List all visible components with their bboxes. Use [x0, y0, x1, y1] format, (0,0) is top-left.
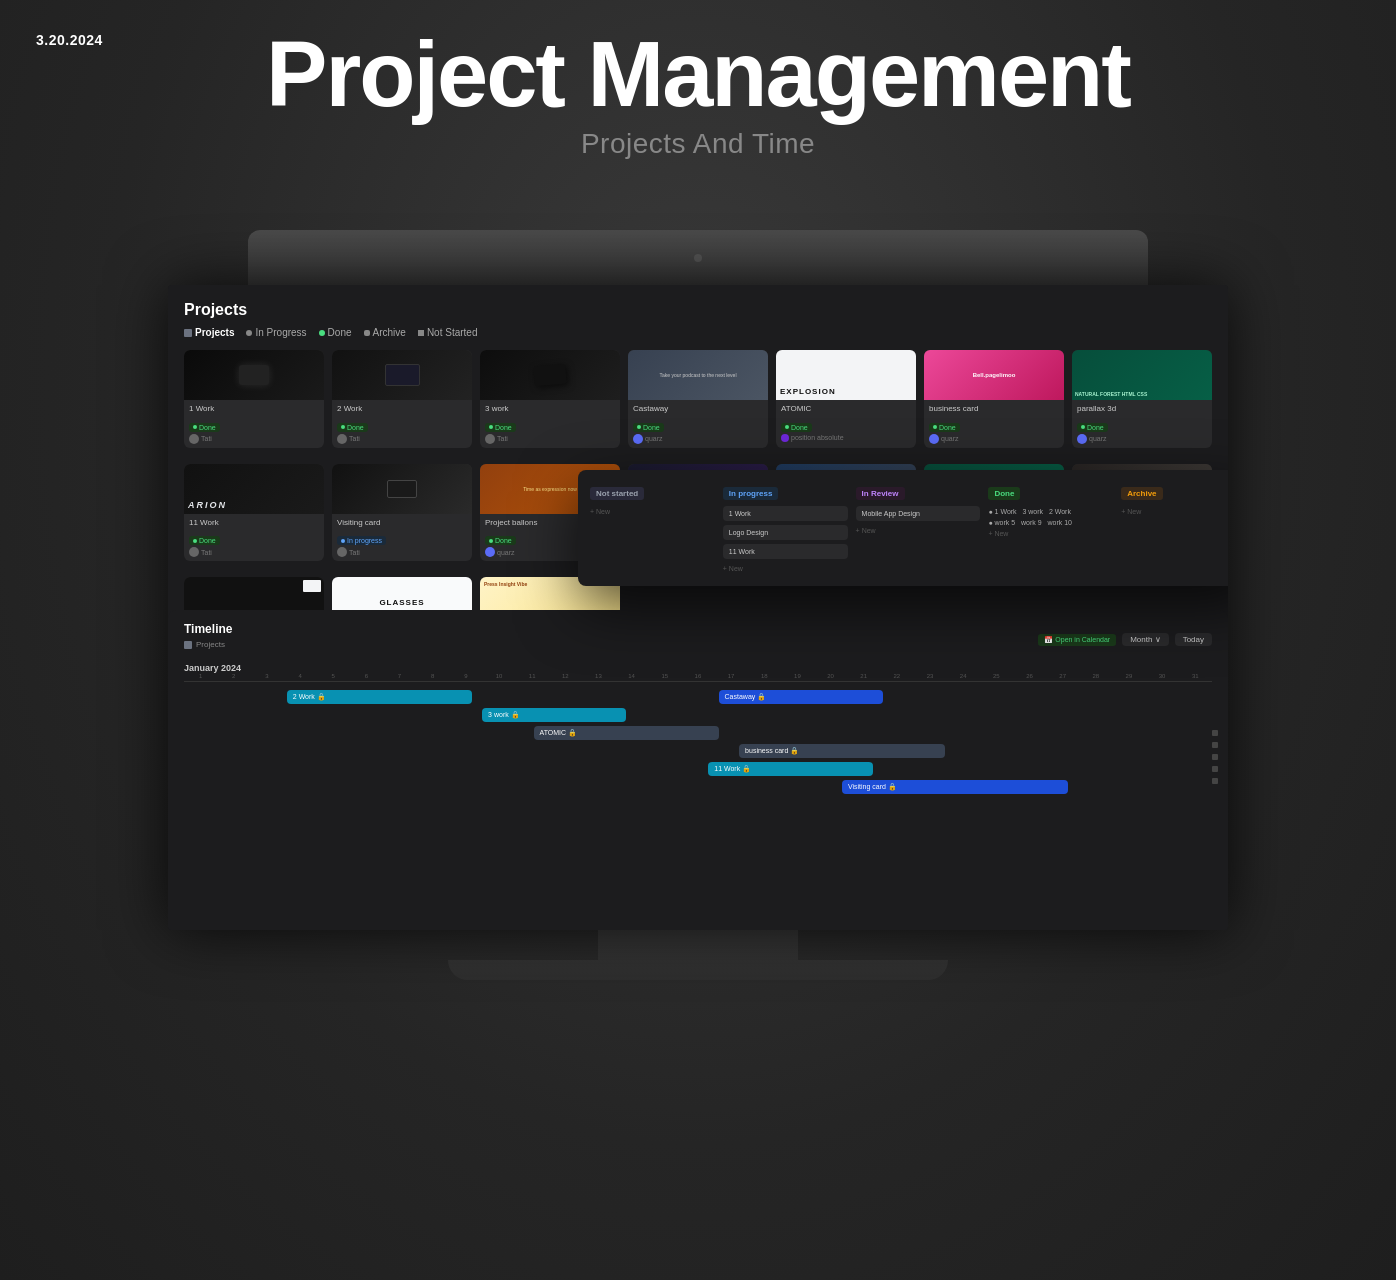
- timeline-bar-11work[interactable]: 11 Work 🔒: [708, 762, 872, 776]
- monitor-stand: [598, 930, 798, 960]
- today-btn[interactable]: Today: [1175, 633, 1212, 646]
- project-card-visitingcard[interactable]: Visiting card In progress Tati: [332, 464, 472, 562]
- kanban-col-not-started: Not started + New: [590, 482, 715, 574]
- project-card-1work[interactable]: 1 Work Done Tati: [184, 350, 324, 448]
- kanban-card-logodesign[interactable]: Logo Design: [723, 525, 848, 540]
- project-card-3work[interactable]: 3 work Done Tati: [480, 350, 620, 448]
- screen: Projects Projects In Progress Done Arc: [168, 285, 1228, 930]
- timeline-bar-atomic[interactable]: ATOMIC 🔒: [534, 726, 719, 740]
- kanban-overlay: Not started + New In progress 1 Work Log…: [578, 470, 1228, 586]
- timeline-bar-castaway[interactable]: Castaway 🔒: [719, 690, 883, 704]
- kanban-col-in-progress: In progress 1 Work Logo Design 11 Work +…: [723, 482, 848, 574]
- timeline-projects-label: Projects: [184, 640, 232, 649]
- timeline-header: Timeline Projects 📅 Open in Calendar Mon…: [184, 622, 1212, 657]
- tab-projects[interactable]: Projects: [184, 327, 234, 338]
- app-title: Projects: [184, 301, 1212, 319]
- monitor-container: Projects Projects In Progress Done Arc: [148, 230, 1248, 980]
- timeline-title: Timeline: [184, 622, 232, 636]
- timeline-month: January 2024: [184, 663, 1212, 673]
- project-card-castaway[interactable]: Take your podcast to the next level Cast…: [628, 350, 768, 448]
- timeline-bar-businesscard[interactable]: business card 🔒: [739, 744, 945, 758]
- kanban-card-mobileapp[interactable]: Mobile App Design: [856, 506, 981, 521]
- timeline-controls: 📅 Open in Calendar Month ∨ Today: [1038, 633, 1212, 646]
- project-card-2work[interactable]: 2 Work Done Tati: [332, 350, 472, 448]
- project-card-11work[interactable]: ARION 11 Work Done Tati: [184, 464, 324, 562]
- projects-grid-row1: 1 Work Done Tati 2 Work Done: [184, 350, 1212, 448]
- kanban-col-done: Done ● 1 Work 3 work 2 Work ● work 5 wor…: [988, 482, 1113, 574]
- monitor-bezel-top: [248, 230, 1148, 285]
- kanban-card-11work[interactable]: 11 Work: [723, 544, 848, 559]
- timeline-overlay: Timeline Projects 📅 Open in Calendar Mon…: [168, 610, 1228, 930]
- timeline-side-dots: [1212, 730, 1218, 784]
- kanban-col-archive: Archive + New: [1121, 482, 1228, 574]
- month-btn[interactable]: Month ∨: [1122, 633, 1168, 646]
- timeline-ruler: 1 2 3 4 5 6 7 8 9 10 11 12 13 14 15 16 1…: [184, 673, 1212, 682]
- tab-done[interactable]: Done: [319, 327, 352, 338]
- date-label: 3.20.2024: [36, 32, 103, 48]
- timeline-bar-visitingcard[interactable]: Visiting card 🔒: [842, 780, 1068, 794]
- project-card-parallax3d[interactable]: NATURAL FOREST HTML CSS parallax 3d Done…: [1072, 350, 1212, 448]
- kanban-card-1work[interactable]: 1 Work: [723, 506, 848, 521]
- project-card-atomic[interactable]: EXPLOSION ATOMIC Done position absolute: [776, 350, 916, 448]
- page-title: Project Management: [0, 28, 1396, 120]
- timeline-bar-3work[interactable]: 3 work 🔒: [482, 708, 626, 722]
- tab-not-started[interactable]: Not Started: [418, 327, 478, 338]
- project-card-businesscard[interactable]: Bell.pagelimoo business card Done quarz: [924, 350, 1064, 448]
- page-subtitle: Projects And Time: [0, 128, 1396, 160]
- open-calendar-btn[interactable]: 📅 Open in Calendar: [1038, 634, 1116, 646]
- timeline-bar-2work[interactable]: 2 Work 🔒: [287, 690, 472, 704]
- tabs-row: Projects In Progress Done Archive Not St…: [184, 327, 1212, 338]
- tab-archive[interactable]: Archive: [364, 327, 406, 338]
- kanban-col-in-review: In Review Mobile App Design + New: [856, 482, 981, 574]
- kanban-columns: Not started + New In progress 1 Work Log…: [590, 482, 1228, 574]
- tab-in-progress[interactable]: In Progress: [246, 327, 306, 338]
- monitor-base: [448, 960, 948, 980]
- timeline-bars: 2 Work 🔒 Castaway 🔒 3 work 🔒 ATOMIC 🔒 bu…: [184, 690, 1212, 890]
